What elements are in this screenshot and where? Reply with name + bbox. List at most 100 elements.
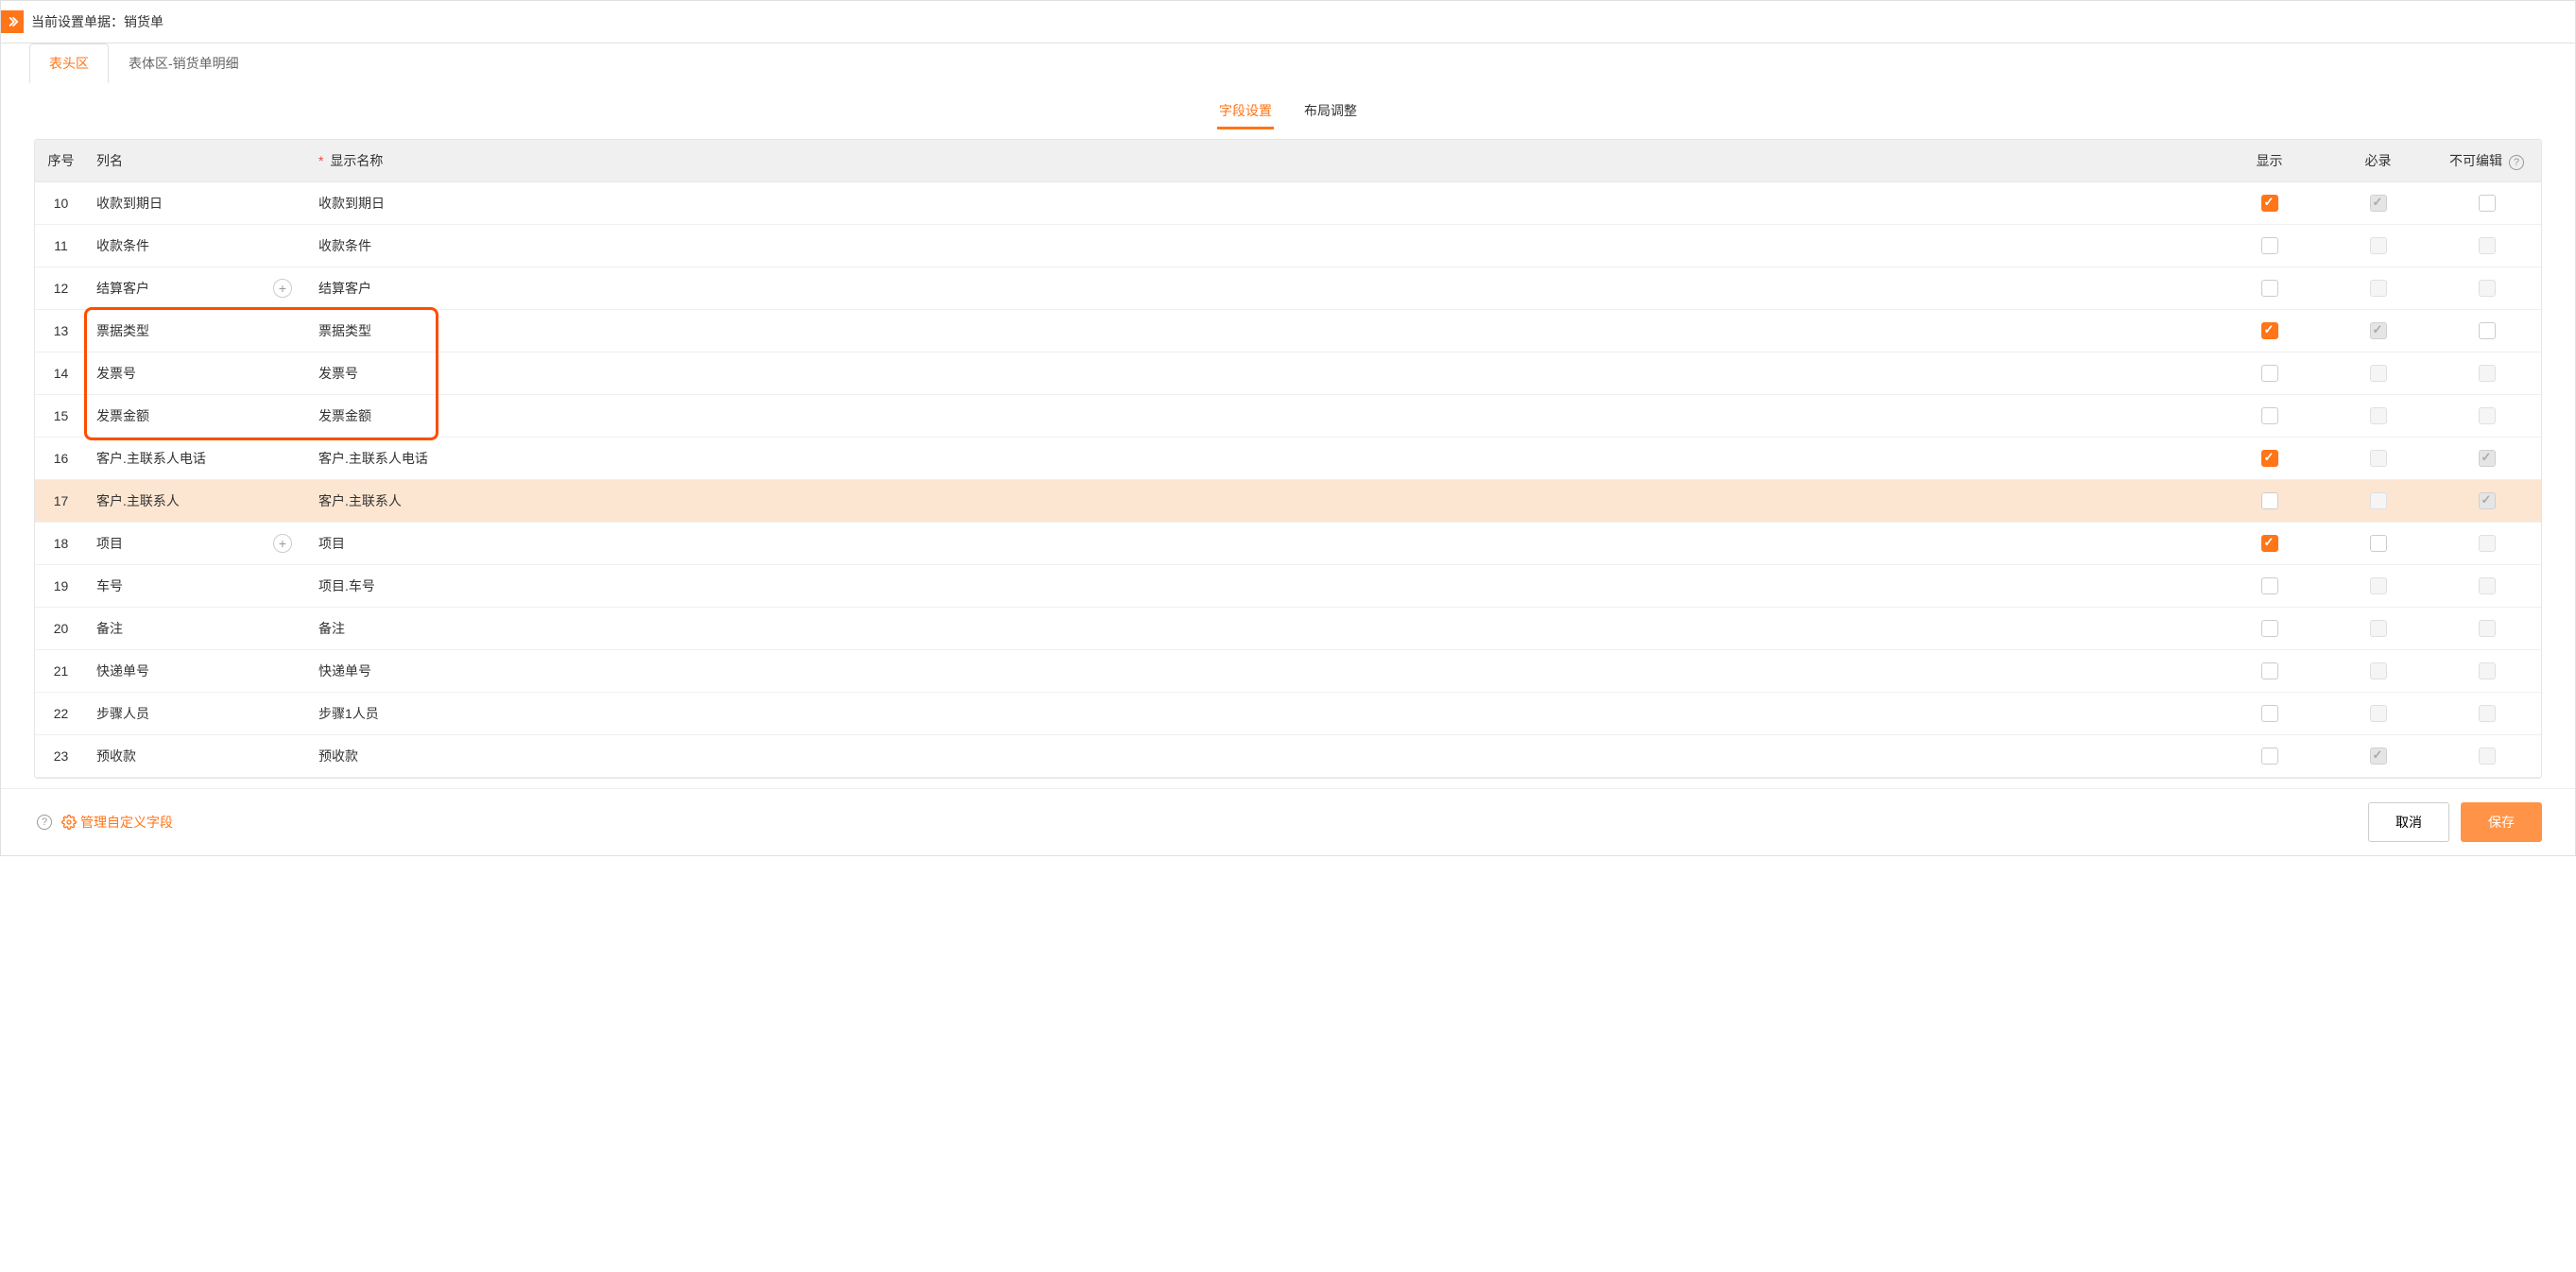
table-row: 14发票号发票号	[35, 352, 2541, 395]
checkbox-show[interactable]	[2261, 662, 2278, 679]
cell-column-name: 票据类型	[87, 310, 309, 352]
cell-display-name[interactable]: 发票金额	[309, 395, 2215, 438]
checkbox-show[interactable]	[2261, 492, 2278, 509]
footer-left: ? 管理自定义字段	[34, 813, 173, 832]
manage-custom-fields-text: 管理自定义字段	[80, 813, 173, 832]
cell-show	[2215, 438, 2324, 480]
cell-readonly	[2432, 182, 2541, 225]
cell-display-name[interactable]: 客户.主联系人电话	[309, 438, 2215, 480]
checkbox-show[interactable]	[2261, 748, 2278, 765]
column-name-text: 车号	[96, 578, 123, 593]
checkbox-readonly	[2479, 662, 2496, 679]
column-name-text: 收款条件	[96, 238, 149, 253]
expand-panel-button[interactable]	[1, 10, 24, 33]
cell-display-name[interactable]: 预收款	[309, 735, 2215, 778]
col-header-display-name-text: 显示名称	[330, 153, 383, 168]
cell-required	[2324, 523, 2432, 565]
table-row: 21快递单号快递单号	[35, 650, 2541, 693]
add-icon[interactable]: +	[273, 279, 292, 298]
checkbox-show[interactable]	[2261, 280, 2278, 297]
cell-show	[2215, 565, 2324, 608]
cell-display-name[interactable]: 收款到期日	[309, 182, 2215, 225]
cell-display-name[interactable]: 结算客户	[309, 267, 2215, 310]
cell-required	[2324, 267, 2432, 310]
checkbox-show[interactable]	[2261, 577, 2278, 594]
checkbox-required	[2370, 322, 2387, 339]
checkbox-readonly[interactable]	[2479, 322, 2496, 339]
cell-display-name[interactable]: 发票号	[309, 352, 2215, 395]
required-asterisk: *	[318, 153, 323, 168]
cell-display-name[interactable]: 收款条件	[309, 225, 2215, 267]
cell-show	[2215, 352, 2324, 395]
cell-required	[2324, 395, 2432, 438]
checkbox-required[interactable]	[2370, 535, 2387, 552]
checkbox-show[interactable]	[2261, 535, 2278, 552]
checkbox-required	[2370, 237, 2387, 254]
cell-show	[2215, 693, 2324, 735]
tab-secondary-1[interactable]: 布局调整	[1302, 96, 1359, 125]
cell-seq: 21	[35, 650, 87, 693]
cell-readonly	[2432, 310, 2541, 352]
checkbox-show[interactable]	[2261, 195, 2278, 212]
cancel-button[interactable]: 取消	[2368, 802, 2449, 842]
cell-show	[2215, 395, 2324, 438]
checkbox-readonly	[2479, 407, 2496, 424]
table-row: 17客户.主联系人客户.主联系人	[35, 480, 2541, 523]
cell-show	[2215, 225, 2324, 267]
cell-column-name: 车号	[87, 565, 309, 608]
cell-readonly	[2432, 395, 2541, 438]
checkbox-show[interactable]	[2261, 365, 2278, 382]
cell-column-name: 结算客户+	[87, 267, 309, 310]
cell-seq: 20	[35, 608, 87, 650]
column-name-text: 客户.主联系人	[96, 493, 180, 508]
fields-table: 序号 列名 * 显示名称 显示 必录 不可编辑 ?	[35, 140, 2541, 778]
manage-custom-fields-link[interactable]: 管理自定义字段	[61, 813, 173, 832]
cell-show	[2215, 480, 2324, 523]
cell-display-name[interactable]: 步骤1人员	[309, 693, 2215, 735]
cell-readonly	[2432, 225, 2541, 267]
cell-column-name: 客户.主联系人	[87, 480, 309, 523]
checkbox-show[interactable]	[2261, 322, 2278, 339]
checkbox-readonly[interactable]	[2479, 195, 2496, 212]
cell-display-name[interactable]: 票据类型	[309, 310, 2215, 352]
cell-seq: 23	[35, 735, 87, 778]
cell-display-name[interactable]: 快递单号	[309, 650, 2215, 693]
cell-required	[2324, 650, 2432, 693]
cell-required	[2324, 225, 2432, 267]
checkbox-required	[2370, 407, 2387, 424]
checkbox-required	[2370, 492, 2387, 509]
save-button[interactable]: 保存	[2461, 802, 2542, 842]
tab-primary-1[interactable]: 表体区-销货单明细	[109, 43, 259, 82]
cell-display-name[interactable]: 项目	[309, 523, 2215, 565]
tab-secondary-0[interactable]: 字段设置	[1217, 96, 1274, 125]
tab-primary-0[interactable]: 表头区	[29, 43, 109, 83]
checkbox-show[interactable]	[2261, 620, 2278, 637]
col-header-seq: 序号	[35, 140, 87, 182]
help-icon[interactable]: ?	[2509, 155, 2524, 170]
cell-display-name[interactable]: 客户.主联系人	[309, 480, 2215, 523]
cell-column-name: 发票号	[87, 352, 309, 395]
checkbox-show[interactable]	[2261, 450, 2278, 467]
table-row: 15发票金额发票金额	[35, 395, 2541, 438]
cell-display-name[interactable]: 项目.车号	[309, 565, 2215, 608]
cell-seq: 12	[35, 267, 87, 310]
table-row: 23预收款预收款	[35, 735, 2541, 778]
checkbox-show[interactable]	[2261, 407, 2278, 424]
table-row: 19车号项目.车号	[35, 565, 2541, 608]
cell-display-name[interactable]: 备注	[309, 608, 2215, 650]
header-title-value: 销货单	[124, 12, 163, 31]
cell-required	[2324, 352, 2432, 395]
cell-readonly	[2432, 735, 2541, 778]
checkbox-show[interactable]	[2261, 705, 2278, 722]
help-icon-footer[interactable]: ?	[37, 815, 52, 830]
cell-seq: 13	[35, 310, 87, 352]
main-container: 当前设置单据： 销货单 表头区表体区-销货单明细 字段设置布局调整 序号 列名 …	[0, 0, 2576, 856]
add-icon[interactable]: +	[273, 534, 292, 553]
checkbox-show[interactable]	[2261, 237, 2278, 254]
cell-show	[2215, 310, 2324, 352]
checkbox-required	[2370, 620, 2387, 637]
col-header-readonly-text: 不可编辑	[2449, 153, 2502, 168]
checkbox-required	[2370, 450, 2387, 467]
header-bar: 当前设置单据： 销货单	[1, 1, 2575, 43]
table-body: 10收款到期日收款到期日11收款条件收款条件12结算客户+结算客户13票据类型票…	[35, 182, 2541, 778]
